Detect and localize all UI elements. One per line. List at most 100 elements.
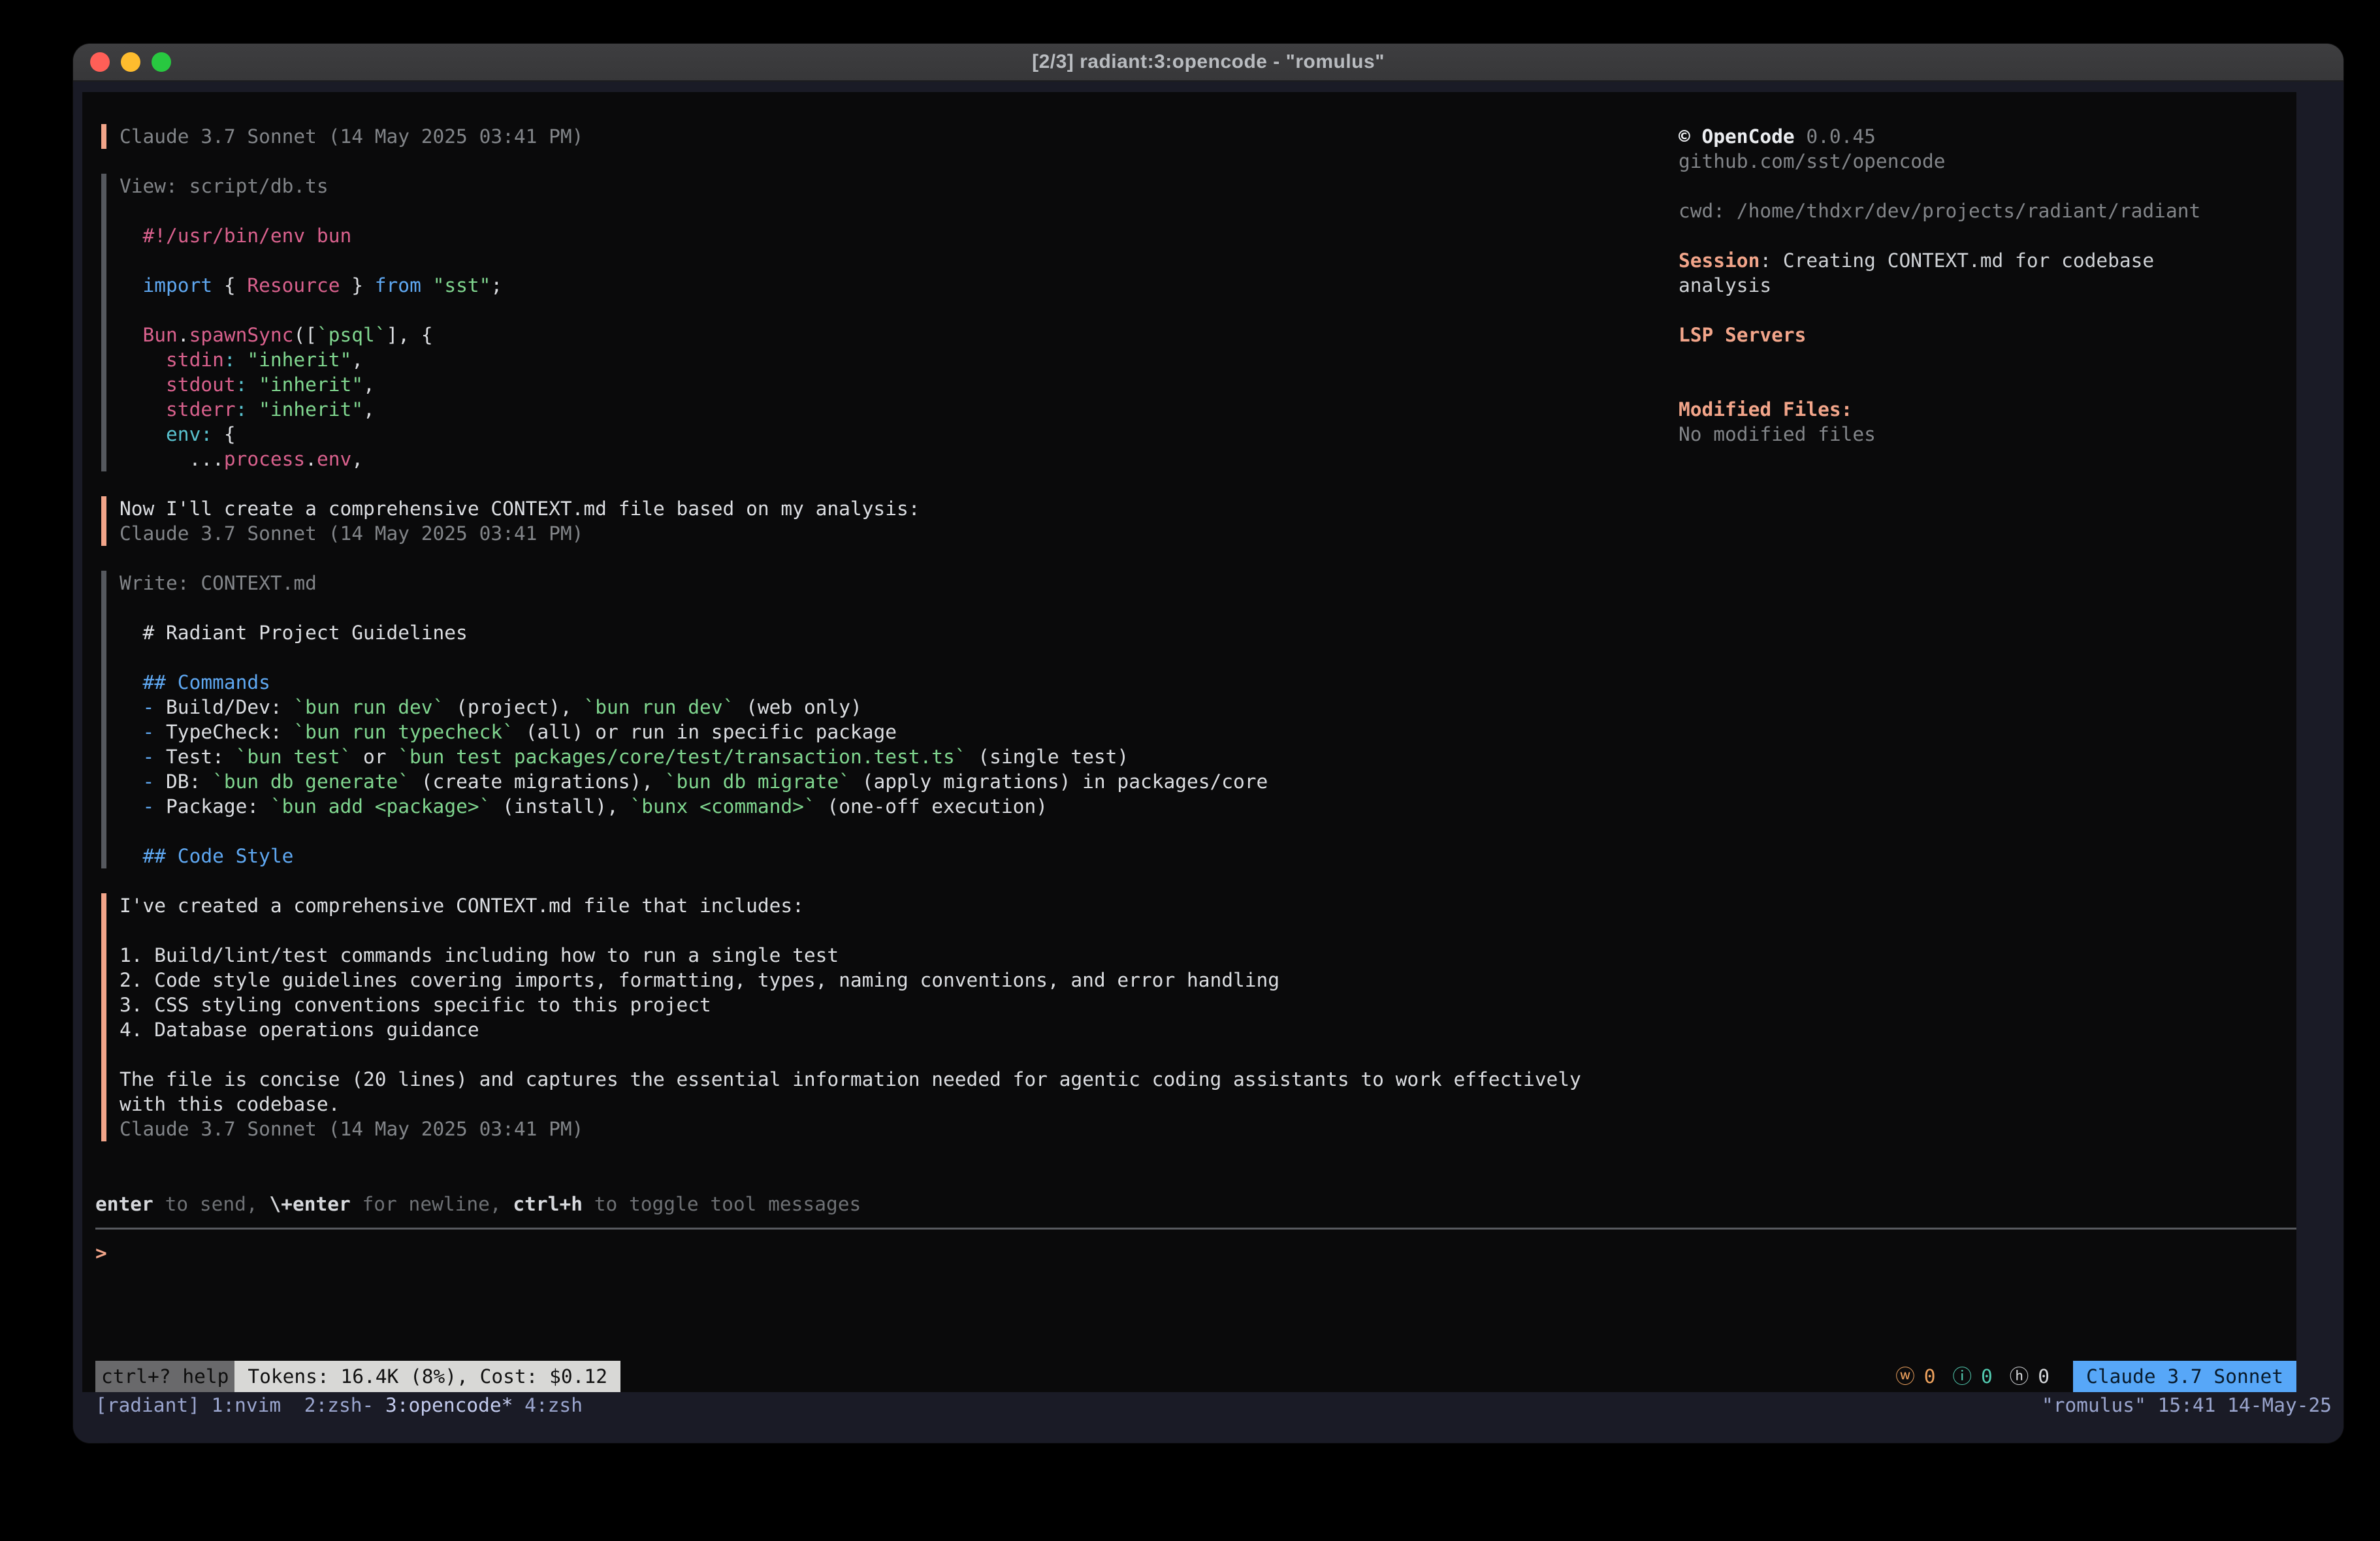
session-sidebar: © OpenCode 0.0.45github.com/sst/opencode…: [1679, 124, 2332, 447]
message-block: I've created a comprehensive CONTEXT.md …: [101, 893, 1581, 1141]
tmux-host-time: "romulus" 15:41 14-May-25: [2042, 1392, 2332, 1418]
text-span: #!/usr/bin/env bun: [120, 225, 351, 247]
text-span: ,: [363, 398, 375, 421]
message-lines: Write: CONTEXT.md # Radiant Project Guid…: [120, 571, 1581, 868]
text-span: `bun test packages/core/test/transaction…: [398, 746, 966, 768]
text-span: ,: [351, 448, 363, 470]
text-span: :: [236, 398, 248, 421]
text-span: Modified Files:: [1679, 398, 1852, 421]
text-span: Package:: [166, 795, 270, 818]
text-line: analysis: [1679, 273, 2332, 298]
text-span: DB:: [166, 770, 212, 793]
text-line: [1679, 347, 2332, 372]
text-line: Session: Creating CONTEXT.md for codebas…: [1679, 248, 2332, 273]
text-span: (install),: [490, 795, 630, 818]
text-span: `bun test`: [236, 746, 352, 768]
tmux-session-windows[interactable]: [radiant] 1:nvim 2:zsh- 3:opencode* 4:zs…: [95, 1392, 583, 1418]
text-line: © OpenCode 0.0.45: [1679, 124, 2332, 149]
hints-count: 0: [2038, 1361, 2050, 1392]
text-span: analysis: [1679, 274, 1771, 296]
text-span: 4:zsh: [513, 1394, 583, 1416]
text-span: ...: [120, 448, 224, 470]
window-title: [2/3] radiant:3:opencode - "romulus": [73, 51, 2343, 73]
text-line: [1679, 372, 2332, 397]
text-span: Claude 3.7 Sonnet (14 May 2025 03:41 PM): [120, 125, 583, 148]
text-span: to toggle tool messages: [583, 1193, 861, 1215]
diagnostic-hints: ⓗ0: [2010, 1361, 2050, 1392]
text-span: ,: [351, 349, 363, 371]
text-line: Now I'll create a comprehensive CONTEXT.…: [120, 496, 1581, 521]
text-span: TypeCheck:: [166, 721, 293, 743]
text-span: (single test): [967, 746, 1129, 768]
terminal-content: Claude 3.7 Sonnet (14 May 2025 03:41 PM)…: [73, 83, 2343, 1443]
text-line: stdin: "inherit",: [120, 347, 1581, 372]
text-span: (apply migrations) in packages/core: [850, 770, 1268, 793]
text-line: Claude 3.7 Sonnet (14 May 2025 03:41 PM): [120, 124, 1581, 149]
text-span: from: [375, 274, 421, 296]
text-span: View: script/db.ts: [120, 175, 329, 197]
text-line: No modified files: [1679, 422, 2332, 447]
text-span: Test:: [166, 746, 236, 768]
text-line: [120, 248, 1581, 273]
text-span: Bun: [120, 324, 178, 346]
warnings-icon: ⓦ: [1895, 1361, 1915, 1392]
text-span: `bun run dev`: [583, 696, 734, 718]
text-span: `psql`: [317, 324, 387, 346]
text-line: View: script/db.ts: [120, 174, 1581, 199]
message-block: Write: CONTEXT.md # Radiant Project Guid…: [101, 571, 1581, 868]
text-line: 1. Build/lint/test commands including ho…: [120, 943, 1581, 968]
text-line: 2. Code style guidelines covering import…: [120, 968, 1581, 993]
text-span: process: [224, 448, 305, 470]
message-block: Now I'll create a comprehensive CONTEXT.…: [101, 496, 1581, 546]
info-count: 0: [1981, 1361, 1993, 1392]
text-line: [120, 1042, 1581, 1067]
text-span: [247, 373, 259, 396]
text-span: (create migrations),: [410, 770, 665, 793]
text-span: ([: [293, 324, 317, 346]
text-line: stderr: "inherit",: [120, 397, 1581, 422]
text-span: Now I'll create a comprehensive CONTEXT.…: [120, 498, 920, 520]
message-lines: View: script/db.ts #!/usr/bin/env bun im…: [120, 174, 1581, 471]
text-span: "inherit": [259, 373, 363, 396]
text-span: `bun db migrate`: [665, 770, 850, 793]
text-span: -: [120, 696, 166, 718]
tokens-cost-badge: Tokens: 16.4K (8%), Cost: $0.12: [234, 1361, 620, 1392]
text-span: 3. CSS styling conventions specific to t…: [120, 994, 711, 1016]
text-span: -: [120, 746, 166, 768]
text-span: LSP Servers: [1679, 324, 1806, 346]
editor-hint: enter to send, \+enter for newline, ctrl…: [95, 1192, 861, 1216]
text-span: [247, 398, 259, 421]
text-span: No modified files: [1679, 423, 1876, 445]
text-span: :: [236, 373, 248, 396]
text-span: ;: [490, 274, 502, 296]
prompt-input[interactable]: >: [95, 1241, 107, 1265]
text-line: [120, 298, 1581, 323]
text-line: 4. Database operations guidance: [120, 1017, 1581, 1042]
text-line: # Radiant Project Guidelines: [120, 620, 1581, 645]
text-span: enter: [95, 1193, 153, 1215]
text-span: -: [120, 721, 166, 743]
text-span: spawnSync: [189, 324, 294, 346]
text-span: "sst": [433, 274, 491, 296]
statusbar-spacer: [620, 1361, 1895, 1392]
text-line: ...process.env,: [120, 447, 1581, 471]
text-span: "inherit": [247, 349, 351, 371]
text-span: (project),: [444, 696, 583, 718]
text-span: 1. Build/lint/test commands including ho…: [120, 944, 839, 966]
desktop-background: [2/3] radiant:3:opencode - "romulus" Cla…: [0, 0, 2380, 1541]
text-line: stdout: "inherit",: [120, 372, 1581, 397]
text-span: stdin: [120, 349, 224, 371]
window-titlebar[interactable]: [2/3] radiant:3:opencode - "romulus": [73, 44, 2343, 82]
terminal-window: [2/3] radiant:3:opencode - "romulus" Cla…: [73, 44, 2343, 1443]
text-span: [236, 349, 248, 371]
text-line: - TypeCheck: `bun run typecheck` (all) o…: [120, 720, 1581, 744]
text-line: #!/usr/bin/env bun: [120, 223, 1581, 248]
text-line: cwd: /home/thdxr/dev/projects/radiant/ra…: [1679, 199, 2332, 223]
text-span: stderr: [120, 398, 236, 421]
text-span: `bun add <package>`: [270, 795, 490, 818]
text-line: Modified Files:: [1679, 397, 2332, 422]
text-span: Build/Dev:: [166, 696, 293, 718]
text-span: .: [305, 448, 317, 470]
text-line: [120, 645, 1581, 670]
text-span: `bunx <command>`: [630, 795, 816, 818]
